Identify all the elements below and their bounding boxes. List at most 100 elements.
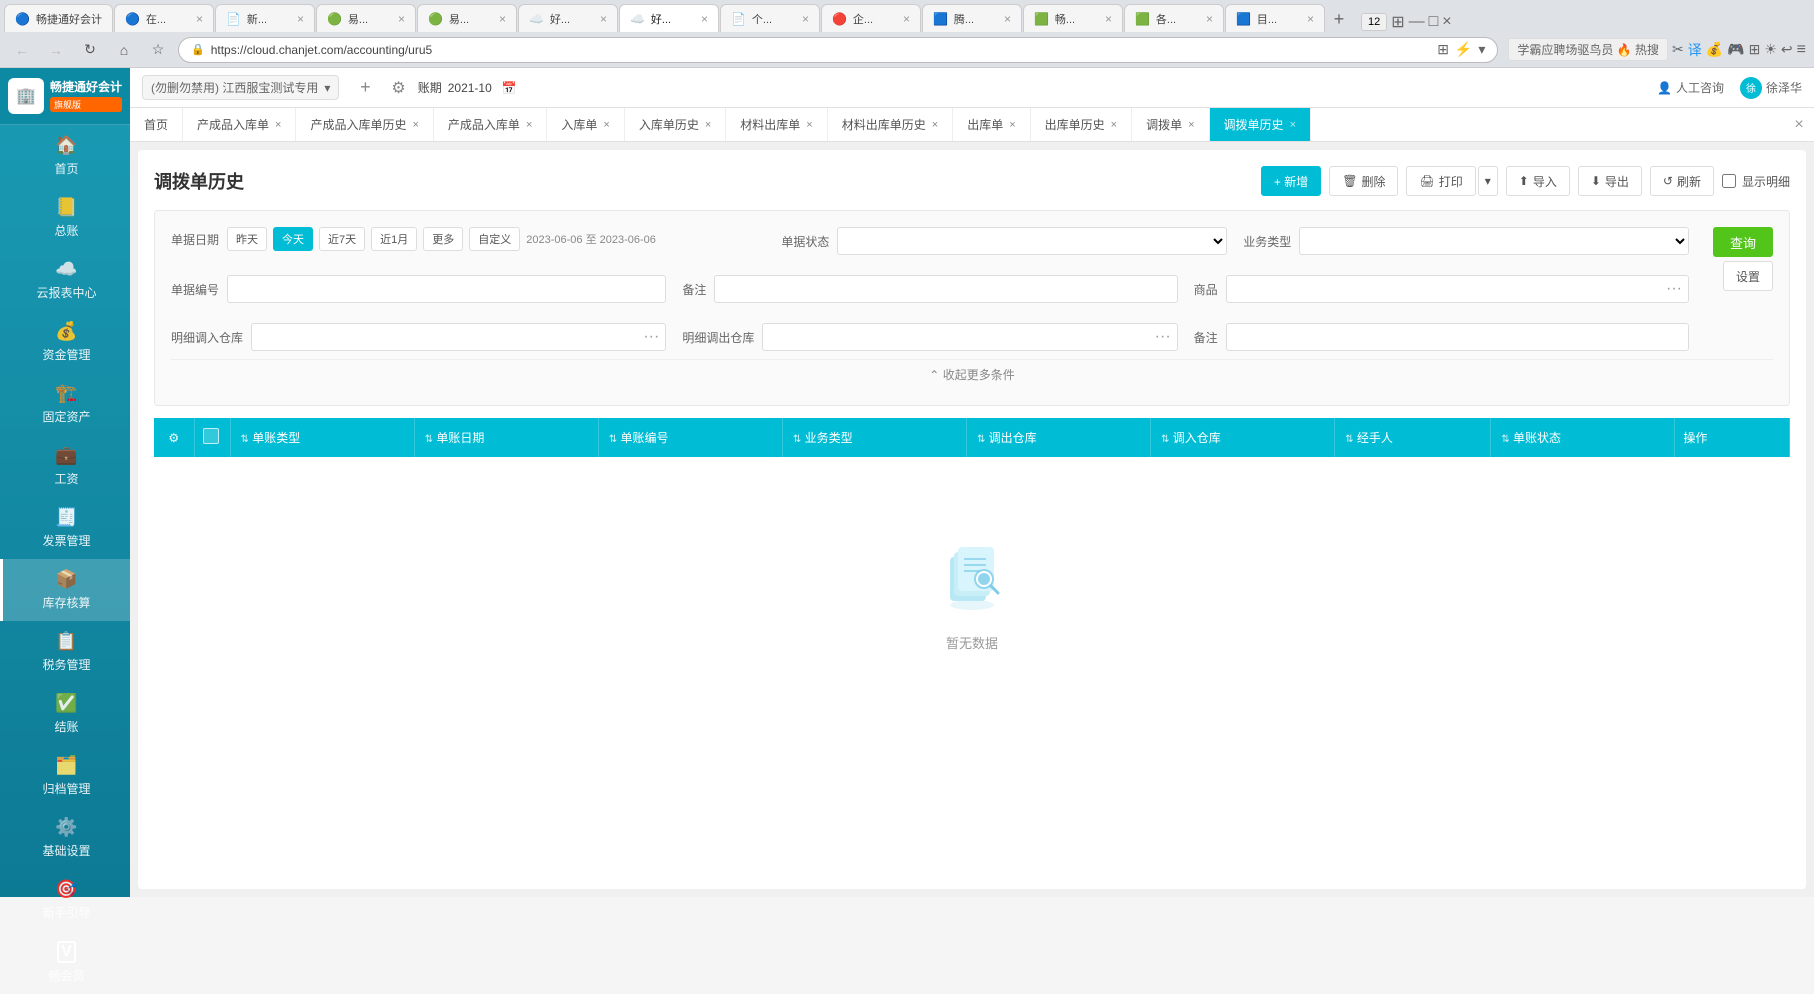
delete-button[interactable]: 🗑 删除 bbox=[1329, 166, 1398, 196]
print-dropdown[interactable]: 🖨 打印 ▾ bbox=[1406, 166, 1497, 196]
settings-gear-icon[interactable]: ⚙ bbox=[391, 78, 405, 98]
page-tab-product-in2-close[interactable]: × bbox=[526, 119, 532, 131]
browser-tab-8[interactable]: 📄 个... × bbox=[720, 4, 820, 32]
page-tab-product-in[interactable]: 产成品入库单 × bbox=[183, 108, 296, 141]
col-doc-type[interactable]: ⇅ 单账类型 bbox=[230, 418, 414, 457]
doc-no-input[interactable] bbox=[227, 275, 666, 303]
close-window-icon[interactable]: × bbox=[1442, 13, 1451, 31]
browser-tab-4[interactable]: 🟢 易... × bbox=[316, 4, 416, 32]
date-btn-7days[interactable]: 近7天 bbox=[319, 227, 365, 251]
page-tab-out-order[interactable]: 出库单 × bbox=[953, 108, 1030, 141]
page-tab-in-order-close[interactable]: × bbox=[603, 119, 609, 131]
address-dropdown-icon[interactable]: ▾ bbox=[1478, 41, 1485, 58]
page-tab-mat-out[interactable]: 材料出库单 × bbox=[726, 108, 827, 141]
undo-icon[interactable]: ↩ bbox=[1781, 41, 1793, 58]
new-tab-button[interactable]: + bbox=[1326, 6, 1352, 32]
filter-collapse-btn[interactable]: ⌃ 收起更多条件 bbox=[171, 359, 1773, 389]
tab-nav-close-all[interactable]: × bbox=[1784, 110, 1814, 140]
status-select[interactable] bbox=[837, 227, 1227, 255]
col-out-wh[interactable]: ⇅ 调出仓库 bbox=[966, 418, 1150, 457]
browser-tab-10[interactable]: 🟦 腾... × bbox=[922, 4, 1022, 32]
browser-tab-9[interactable]: 🔴 企... × bbox=[821, 4, 921, 32]
goods-more-icon[interactable]: ··· bbox=[1666, 280, 1682, 298]
translate-icon[interactable]: 译 bbox=[1688, 40, 1702, 60]
browser-tab-12[interactable]: 🟩 各... × bbox=[1124, 4, 1224, 32]
calendar-icon[interactable]: 📅 bbox=[502, 81, 517, 95]
minimize-icon[interactable]: — bbox=[1409, 13, 1425, 31]
out-warehouse-more-icon[interactable]: ··· bbox=[1155, 328, 1171, 346]
wallet-icon[interactable]: 💰 bbox=[1706, 41, 1723, 58]
bookmark-button[interactable]: ☆ bbox=[144, 36, 172, 64]
page-tab-mat-out-hist-close[interactable]: × bbox=[932, 119, 938, 131]
page-tab-transfer-close[interactable]: × bbox=[1188, 119, 1194, 131]
remark-input[interactable] bbox=[714, 275, 1177, 303]
sidebar-item-inventory[interactable]: 📦 库存核算 bbox=[0, 559, 130, 621]
page-tab-in-hist[interactable]: 入库单历史 × bbox=[625, 108, 726, 141]
sidebar-item-vip[interactable]: V 畅会员 bbox=[0, 931, 130, 994]
refresh-button[interactable]: ↺ 刷新 bbox=[1650, 166, 1714, 196]
browser-tab-11[interactable]: 🟩 畅... × bbox=[1023, 4, 1123, 32]
search-box[interactable]: 学霸应聘场驱鸟员 🔥 热搜 bbox=[1508, 38, 1668, 61]
sidebar-item-invoice[interactable]: 🧾 发票管理 bbox=[0, 497, 130, 559]
sidebar-item-assets[interactable]: 🏗️ 固定资产 bbox=[0, 373, 130, 435]
address-bar[interactable]: 🔒 https://cloud.chanjet.com/accounting/u… bbox=[178, 37, 1498, 63]
page-tab-out-order-close[interactable]: × bbox=[1009, 119, 1015, 131]
service-btn[interactable]: 👤 人工咨询 bbox=[1657, 79, 1724, 96]
query-button[interactable]: 查询 bbox=[1713, 227, 1773, 257]
page-tab-product-in-hist[interactable]: 产成品入库单历史 × bbox=[296, 108, 433, 141]
date-btn-custom[interactable]: 自定义 bbox=[469, 227, 520, 251]
browser-tab-1[interactable]: 🔵 畅捷通好会计 bbox=[4, 4, 113, 32]
extra-tabs-count[interactable]: 12 bbox=[1361, 13, 1387, 31]
date-btn-yesterday[interactable]: 昨天 bbox=[227, 227, 267, 251]
date-btn-more[interactable]: 更多 bbox=[423, 227, 463, 251]
in-warehouse-more-icon[interactable]: ··· bbox=[643, 328, 659, 346]
browser-tab-6[interactable]: ☁️ 好... × bbox=[518, 4, 618, 32]
page-tab-product-in2[interactable]: 产成品入库单 × bbox=[434, 108, 547, 141]
browser-settings-icon[interactable]: ⊞ bbox=[1437, 41, 1449, 58]
new-button[interactable]: + 新增 bbox=[1261, 166, 1321, 196]
page-tab-in-order[interactable]: 入库单 × bbox=[547, 108, 624, 141]
brightness-icon[interactable]: ☀ bbox=[1764, 41, 1777, 58]
sidebar-item-salary[interactable]: 💼 工资 bbox=[0, 435, 130, 497]
page-tab-product-in-hist-close[interactable]: × bbox=[412, 119, 418, 131]
col-settings[interactable]: ⚙ bbox=[154, 418, 194, 457]
page-tab-mat-out-close[interactable]: × bbox=[806, 119, 812, 131]
export-button[interactable]: ⬇ 导出 bbox=[1578, 166, 1642, 196]
page-tab-in-hist-close[interactable]: × bbox=[705, 119, 711, 131]
page-tab-transfer-hist-close[interactable]: × bbox=[1290, 119, 1296, 131]
sidebar-item-home[interactable]: 🏠 首页 bbox=[0, 125, 130, 187]
biz-type-select[interactable] bbox=[1299, 227, 1689, 255]
display-checkbox[interactable] bbox=[1722, 174, 1736, 188]
sidebar-item-ledger[interactable]: 📒 总账 bbox=[0, 187, 130, 249]
page-tab-home[interactable]: 首页 bbox=[130, 108, 183, 141]
forward-button[interactable]: → bbox=[42, 36, 70, 64]
print-button[interactable]: 🖨 打印 bbox=[1406, 166, 1475, 196]
page-tab-product-in-close[interactable]: × bbox=[275, 119, 281, 131]
col-doc-date[interactable]: ⇅ 单账日期 bbox=[414, 418, 598, 457]
sidebar-item-report[interactable]: ☁️ 云报表中心 bbox=[0, 249, 130, 311]
browser-tab-5[interactable]: 🟢 易... × bbox=[417, 4, 517, 32]
grid-icon[interactable]: ⊞ bbox=[1749, 41, 1761, 58]
lightning-icon[interactable]: ⚡ bbox=[1455, 41, 1472, 58]
browser-tab-13[interactable]: 🟦 目... × bbox=[1225, 4, 1325, 32]
col-biz-type[interactable]: ⇅ 业务类型 bbox=[782, 418, 966, 457]
menu-icon[interactable]: ≡ bbox=[1797, 41, 1806, 59]
sidebar-item-finance[interactable]: 💰 资金管理 bbox=[0, 311, 130, 373]
page-tab-transfer-hist[interactable]: 调拨单历史 × bbox=[1210, 108, 1311, 141]
sidebar-item-settings[interactable]: ⚙️ 基础设置 bbox=[0, 807, 130, 869]
browser-tab-2[interactable]: 🔵 在... × bbox=[114, 4, 214, 32]
date-btn-today[interactable]: 今天 bbox=[273, 227, 313, 251]
maximize-icon[interactable]: □ bbox=[1429, 13, 1439, 31]
back-button[interactable]: ← bbox=[8, 36, 36, 64]
sidebar-item-guide[interactable]: 🎯 新手引导 bbox=[0, 869, 130, 931]
page-tab-mat-out-hist[interactable]: 材料出库单历史 × bbox=[828, 108, 953, 141]
sidebar-item-settle[interactable]: ✅ 结账 bbox=[0, 683, 130, 745]
home-button[interactable]: ⌂ bbox=[110, 36, 138, 64]
note-input[interactable] bbox=[1226, 323, 1689, 351]
user-profile[interactable]: 徐 徐泽华 bbox=[1740, 77, 1802, 99]
game-icon[interactable]: 🎮 bbox=[1727, 41, 1744, 58]
col-in-wh[interactable]: ⇅ 调入仓库 bbox=[1151, 418, 1335, 457]
setting-button[interactable]: 设置 bbox=[1723, 261, 1773, 291]
col-doc-no[interactable]: ⇅ 单账编号 bbox=[598, 418, 782, 457]
add-company-button[interactable]: + bbox=[351, 74, 379, 102]
